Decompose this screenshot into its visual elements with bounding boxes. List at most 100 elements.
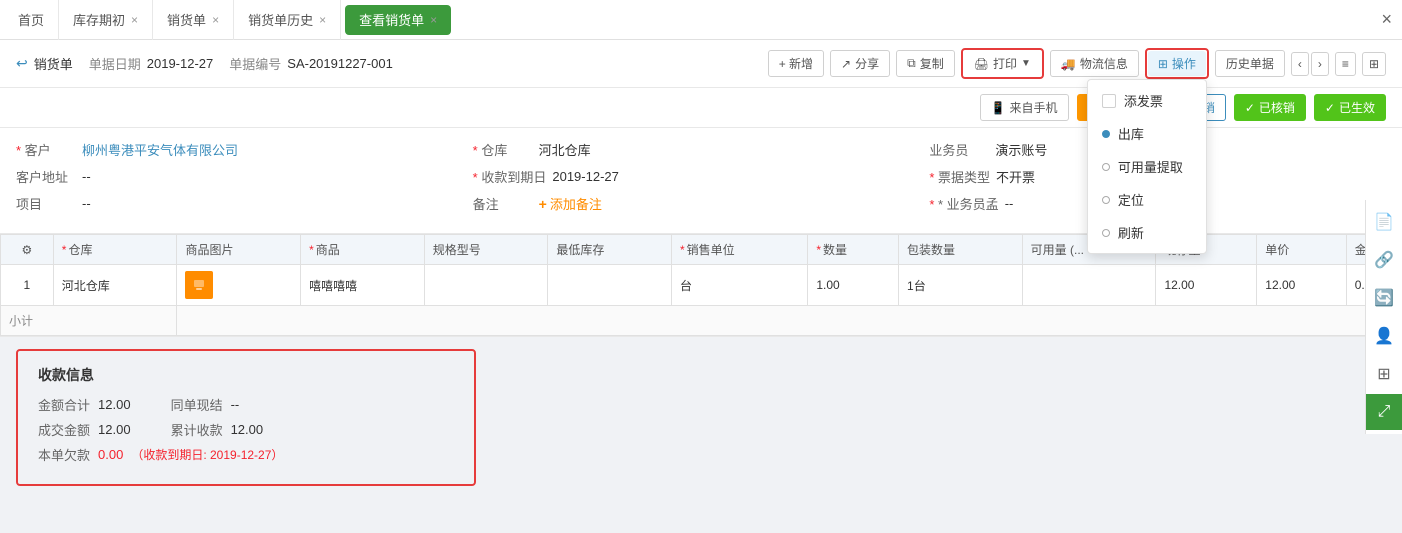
subtotal-row: 小计 — [1, 306, 1402, 336]
tab-inventory-start-close[interactable]: × — [131, 13, 138, 27]
project-field: 项目 -- — [16, 194, 473, 213]
cell-product-img — [177, 265, 301, 306]
tab-view-sales-close[interactable]: × — [430, 13, 437, 27]
tab-view-sales[interactable]: 查看销货单 × — [345, 5, 451, 35]
same-order-value: -- — [231, 397, 240, 412]
doc-number-field: 单据编号 SA-20191227-001 — [229, 54, 393, 73]
tab-sales-order-close[interactable]: × — [212, 13, 219, 27]
page-container: 首页 库存期初 × 销货单 × 销货单历史 × 查看销货单 × × ↩ 销货单 … — [0, 0, 1402, 533]
sidebar-grid-btn[interactable]: ⊞ — [1366, 356, 1402, 392]
prev-button[interactable]: ‹ — [1291, 52, 1309, 76]
salesperson-value: 演示账号 — [995, 140, 1047, 159]
add-invoice-checkbox[interactable] — [1102, 94, 1116, 108]
bottom-panel: 收款信息 金额合计 12.00 同单现结 -- 成交金额 12.00 累计收款 — [0, 337, 1402, 498]
sidebar-file-btn[interactable]: 📄 — [1366, 204, 1402, 240]
menu-add-invoice[interactable]: 添发票 — [1088, 84, 1206, 117]
print-icon: 🖨 — [974, 57, 989, 71]
warehouse-value: 河北仓库 — [539, 140, 591, 159]
tab-sales-history-close[interactable]: × — [319, 13, 326, 27]
operations-button[interactable]: ⊞ 操作 — [1148, 51, 1206, 76]
operations-icon: ⊞ — [1158, 57, 1168, 71]
menu-refresh[interactable]: 刷新 — [1088, 216, 1206, 249]
same-order-settlement: 同单现结 -- — [171, 395, 240, 414]
col-settings[interactable]: ⚙ — [1, 235, 54, 265]
sidebar-right: 📄 🔗 🔄 👤 ⊞ ⤢ — [1365, 200, 1402, 434]
notes-field: 备注 + 添加备注 — [473, 194, 930, 213]
menu-out-warehouse[interactable]: 出库 — [1088, 117, 1206, 150]
customer-value[interactable]: 柳州粤港平安气体有限公司 — [82, 140, 238, 159]
doc-actions: + 新增 ↗ 分享 ⧉ 复制 🖨 打印 ▼ 🚚 物流信息 — [768, 48, 1386, 79]
effective-icon: ✓ — [1325, 101, 1335, 115]
col-unit-price: 单价 — [1257, 235, 1346, 265]
cell-pack-qty: 1台 — [899, 265, 1023, 306]
history-button[interactable]: 历史单据 — [1215, 50, 1285, 77]
customer-field: 客户 柳州粤港平安气体有限公司 — [16, 140, 473, 159]
payment-row-2: 成交金额 12.00 累计收款 12.00 — [38, 420, 454, 439]
locate-dot — [1102, 196, 1110, 204]
new-button[interactable]: + 新增 — [768, 50, 824, 77]
next-button[interactable]: › — [1311, 52, 1329, 76]
menu-available-qty[interactable]: 可用量提取 — [1088, 150, 1206, 183]
project-value: -- — [82, 196, 91, 211]
doc-type-label: 销货单 — [34, 54, 73, 73]
add-note-button[interactable]: + 添加备注 — [539, 194, 602, 213]
doc-type-icon: ↩ — [16, 55, 28, 72]
print-button[interactable]: 🖨 打印 ▼ — [964, 51, 1041, 76]
tab-sales-order[interactable]: 销货单 × — [153, 0, 234, 40]
copy-icon: ⧉ — [907, 56, 916, 71]
sold-button[interactable]: ✓ 已核销 — [1234, 94, 1306, 121]
cumulative-value: 12.00 — [231, 422, 264, 437]
tab-sales-history[interactable]: 销货单历史 × — [234, 0, 341, 40]
table-row: 1 河北仓库 嘻嘻嘻嘻 台 — [1, 265, 1402, 306]
print-dropdown-arrow: ▼ — [1021, 58, 1031, 69]
copy-button[interactable]: ⧉ 复制 — [896, 50, 955, 77]
payment-row-3: 本单欠款 0.00 （收款到期日: 2019-12-27） — [38, 445, 454, 464]
cell-product: 嘻嘻嘻嘻 — [301, 265, 425, 306]
col-pack-qty: 包装数量 — [899, 235, 1023, 265]
col-warehouse: *仓库 — [53, 235, 177, 265]
share-icon: ↗ — [841, 57, 851, 71]
ticket-type-value: 不开票 — [996, 167, 1035, 186]
arrears-value: 0.00 — [98, 447, 123, 462]
operations-highlighted-group: ⊞ 操作 添发票 出库 — [1145, 48, 1209, 79]
sidebar-link-btn[interactable]: 🔗 — [1366, 242, 1402, 278]
view-list-button[interactable]: ≡ — [1335, 52, 1356, 76]
mobile-icon: 📱 — [991, 101, 1006, 115]
salesperson2-value: -- — [1005, 196, 1014, 211]
share-button[interactable]: ↗ 分享 — [830, 50, 890, 77]
product-image-icon — [190, 276, 208, 294]
product-image — [185, 271, 213, 299]
logistics-button[interactable]: 🚚 物流信息 — [1050, 50, 1139, 77]
cell-available — [1022, 265, 1156, 306]
sidebar-expand-btn[interactable]: ⤢ — [1366, 394, 1402, 430]
refresh-dot — [1102, 229, 1110, 237]
warehouse-field: 仓库 河北仓库 — [473, 140, 930, 159]
col-spec: 规格型号 — [424, 235, 548, 265]
menu-locate[interactable]: 定位 — [1088, 183, 1206, 216]
tab-inventory-start[interactable]: 库存期初 × — [59, 0, 153, 40]
out-warehouse-dot — [1102, 130, 1110, 138]
sidebar-rotate-btn[interactable]: 🔄 — [1366, 280, 1402, 316]
due-date-field: 收款到期日 2019-12-27 — [473, 167, 930, 186]
tab-bar-close[interactable]: × — [1381, 9, 1392, 30]
transaction-value: 12.00 — [98, 422, 131, 437]
effective-button[interactable]: ✓ 已生效 — [1314, 94, 1386, 121]
col-qty: *数量 — [808, 235, 899, 265]
cell-warehouse: 河北仓库 — [53, 265, 177, 306]
payment-row-1: 金额合计 12.00 同单现结 -- — [38, 395, 454, 414]
cell-qty: 1.00 — [808, 265, 899, 306]
col-min-stock: 最低库存 — [548, 235, 672, 265]
highlighted-actions-group: 🖨 打印 ▼ — [961, 48, 1044, 79]
tab-home[interactable]: 首页 — [10, 0, 59, 40]
sidebar-person-btn[interactable]: 👤 — [1366, 318, 1402, 354]
view-grid-button[interactable]: ⊞ — [1362, 52, 1386, 76]
doc-number-value: SA-20191227-001 — [287, 56, 393, 71]
mobile-button[interactable]: 📱 来自手机 — [980, 94, 1069, 121]
available-qty-dot — [1102, 163, 1110, 171]
cell-spec — [424, 265, 548, 306]
total-amount: 金额合计 12.00 — [38, 395, 131, 414]
address-value: -- — [82, 169, 91, 184]
cell-sales-unit: 台 — [672, 265, 808, 306]
doc-title: ↩ 销货单 — [16, 54, 73, 73]
operations-menu: 添发票 出库 可用量提取 定位 — [1087, 79, 1207, 254]
